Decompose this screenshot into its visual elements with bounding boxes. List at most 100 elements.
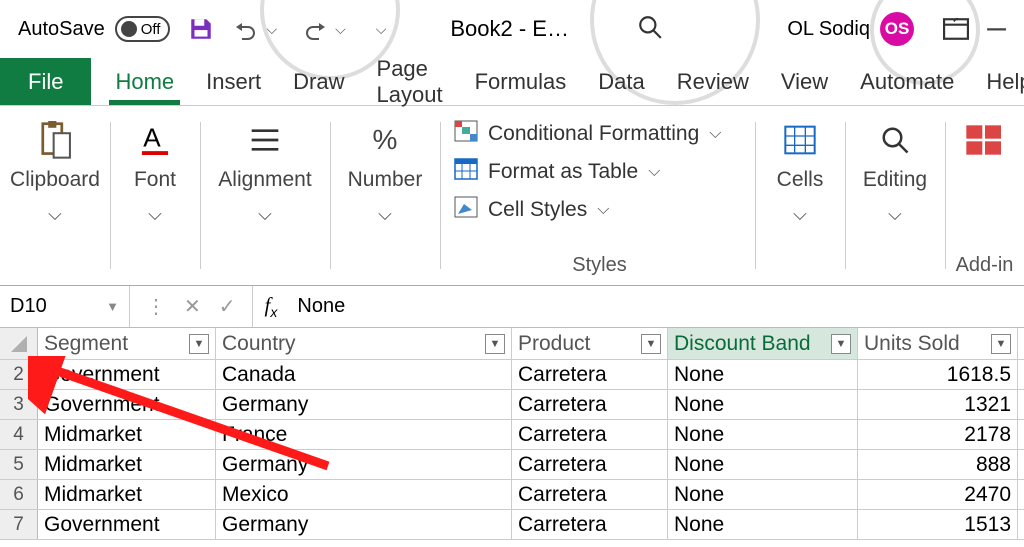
svg-text:A: A bbox=[143, 123, 161, 153]
chevron-down-icon[interactable]: ⌵ bbox=[260, 21, 283, 38]
account-button[interactable]: OL Sodiq OS bbox=[787, 12, 914, 46]
formula-value[interactable]: None bbox=[289, 295, 345, 318]
search-icon[interactable] bbox=[637, 14, 663, 45]
cells-button[interactable]: Cells ⌵ bbox=[777, 120, 824, 225]
tab-view[interactable]: View bbox=[765, 58, 844, 105]
column-header-segment[interactable]: Segment ▼ bbox=[38, 328, 216, 359]
toggle-dot-icon bbox=[121, 21, 137, 37]
cell-discount[interactable]: None bbox=[668, 360, 858, 389]
filter-icon[interactable]: ▼ bbox=[991, 334, 1011, 354]
chevron-down-icon: ⌵ bbox=[888, 204, 902, 225]
tab-automate[interactable]: Automate bbox=[844, 58, 970, 105]
tab-insert[interactable]: Insert bbox=[190, 58, 277, 105]
cell-product[interactable]: Carretera bbox=[512, 390, 668, 419]
cell-segment[interactable]: Midmarket bbox=[38, 480, 216, 509]
group-alignment: Alignment ⌵ bbox=[200, 106, 330, 285]
chevron-down-icon[interactable]: ⌵ bbox=[329, 21, 352, 38]
cells-label: Cells bbox=[777, 168, 824, 192]
save-icon[interactable] bbox=[188, 16, 214, 42]
chevron-down-icon: ⌵ bbox=[258, 204, 272, 225]
cell-styles-button[interactable]: Cell Styles ⌵ bbox=[454, 196, 609, 224]
cell-country[interactable]: France bbox=[216, 420, 512, 449]
select-all-icon bbox=[11, 336, 27, 352]
document-title: Book2 - E… bbox=[450, 16, 569, 42]
autosave-toggle[interactable]: AutoSave Off bbox=[18, 16, 170, 42]
tab-page-layout[interactable]: Page Layout bbox=[361, 58, 459, 105]
row-number[interactable]: 5 bbox=[0, 450, 38, 479]
enter-icon[interactable]: ✓ bbox=[219, 294, 236, 319]
minimize-button[interactable]: – bbox=[987, 8, 1006, 47]
row-number[interactable]: 4 bbox=[0, 420, 38, 449]
cell-discount[interactable]: None bbox=[668, 420, 858, 449]
clipboard-button[interactable]: Clipboard ⌵ bbox=[10, 120, 100, 225]
editing-button[interactable]: Editing ⌵ bbox=[863, 120, 927, 225]
cell-country[interactable]: Germany bbox=[216, 390, 512, 419]
alignment-label: Alignment bbox=[218, 168, 311, 192]
cell-segment[interactable]: Midmarket bbox=[38, 420, 216, 449]
fx-icon[interactable]: fx bbox=[253, 293, 290, 320]
more-icon[interactable]: ⋮ bbox=[146, 294, 166, 319]
number-button[interactable]: % Number ⌵ bbox=[348, 120, 423, 225]
cell-units[interactable]: 2178 bbox=[858, 420, 1018, 449]
filter-icon[interactable]: ▼ bbox=[485, 334, 505, 354]
column-header-product[interactable]: Product ▼ bbox=[512, 328, 668, 359]
undo-button[interactable]: ⌵ bbox=[232, 17, 283, 41]
cell-country[interactable]: Germany bbox=[216, 450, 512, 479]
filter-icon[interactable]: ▼ bbox=[831, 334, 851, 354]
quick-access-more[interactable]: ⌵ bbox=[370, 21, 393, 38]
header-row: Segment ▼ Country ▼ Product ▼ Discount B… bbox=[0, 328, 1024, 360]
cell-units[interactable]: 1513 bbox=[858, 510, 1018, 539]
filter-icon[interactable]: ▼ bbox=[641, 334, 661, 354]
row-number[interactable]: 2 bbox=[0, 360, 38, 389]
ribbon-display-options-icon[interactable] bbox=[943, 18, 969, 45]
filter-icon[interactable]: ▼ bbox=[189, 334, 209, 354]
avatar: OS bbox=[880, 12, 914, 46]
chevron-down-icon: ⌵ bbox=[48, 204, 62, 225]
cell-product[interactable]: Carretera bbox=[512, 510, 668, 539]
cell-discount[interactable]: None bbox=[668, 390, 858, 419]
cell-discount[interactable]: None bbox=[668, 510, 858, 539]
column-header-units-sold[interactable]: Units Sold ▼ bbox=[858, 328, 1018, 359]
cell-discount[interactable]: None bbox=[668, 450, 858, 479]
tab-review[interactable]: Review bbox=[661, 58, 765, 105]
cell-product[interactable]: Carretera bbox=[512, 360, 668, 389]
cell-units[interactable]: 1321 bbox=[858, 390, 1018, 419]
tab-help[interactable]: Help bbox=[970, 58, 1024, 105]
cell-units[interactable]: 888 bbox=[858, 450, 1018, 479]
cell-product[interactable]: Carretera bbox=[512, 450, 668, 479]
column-header-discount-band[interactable]: Discount Band ▼ bbox=[668, 328, 858, 359]
conditional-formatting-button[interactable]: Conditional Formatting ⌵ bbox=[454, 120, 721, 148]
column-header-country[interactable]: Country ▼ bbox=[216, 328, 512, 359]
cell-units[interactable]: 1618.5 bbox=[858, 360, 1018, 389]
tab-home[interactable]: Home bbox=[99, 58, 190, 105]
alignment-button[interactable]: Alignment ⌵ bbox=[218, 120, 311, 225]
ribbon-tabs: File Home Insert Draw Page Layout Formul… bbox=[0, 58, 1024, 106]
clipboard-label: Clipboard bbox=[10, 168, 100, 192]
cell-country[interactable]: Mexico bbox=[216, 480, 512, 509]
row-number[interactable]: 7 bbox=[0, 510, 38, 539]
tab-data[interactable]: Data bbox=[582, 58, 660, 105]
font-button[interactable]: A Font ⌵ bbox=[134, 120, 176, 225]
redo-button[interactable]: ⌵ bbox=[301, 17, 352, 41]
row-number[interactable]: 3 bbox=[0, 390, 38, 419]
cell-units[interactable]: 2470 bbox=[858, 480, 1018, 509]
cell-segment[interactable]: Midmarket bbox=[38, 450, 216, 479]
tab-formulas[interactable]: Formulas bbox=[459, 58, 583, 105]
name-box[interactable]: D10 ▼ bbox=[0, 286, 130, 327]
name-box-value: D10 bbox=[10, 295, 47, 318]
cell-segment[interactable]: Government bbox=[38, 390, 216, 419]
cell-product[interactable]: Carretera bbox=[512, 480, 668, 509]
cell-country[interactable]: Canada bbox=[216, 360, 512, 389]
cell-discount[interactable]: None bbox=[668, 480, 858, 509]
cell-product[interactable]: Carretera bbox=[512, 420, 668, 449]
tab-file[interactable]: File bbox=[0, 58, 91, 105]
cancel-icon[interactable]: ✕ bbox=[184, 294, 201, 319]
tab-draw[interactable]: Draw bbox=[277, 58, 360, 105]
row-number[interactable]: 6 bbox=[0, 480, 38, 509]
addins-button[interactable] bbox=[965, 120, 1005, 160]
cell-segment[interactable]: Government bbox=[38, 510, 216, 539]
cell-country[interactable]: Germany bbox=[216, 510, 512, 539]
format-as-table-button[interactable]: Format as Table ⌵ bbox=[454, 158, 660, 186]
cell-segment[interactable]: Government bbox=[38, 360, 216, 389]
select-all-button[interactable] bbox=[0, 328, 38, 359]
